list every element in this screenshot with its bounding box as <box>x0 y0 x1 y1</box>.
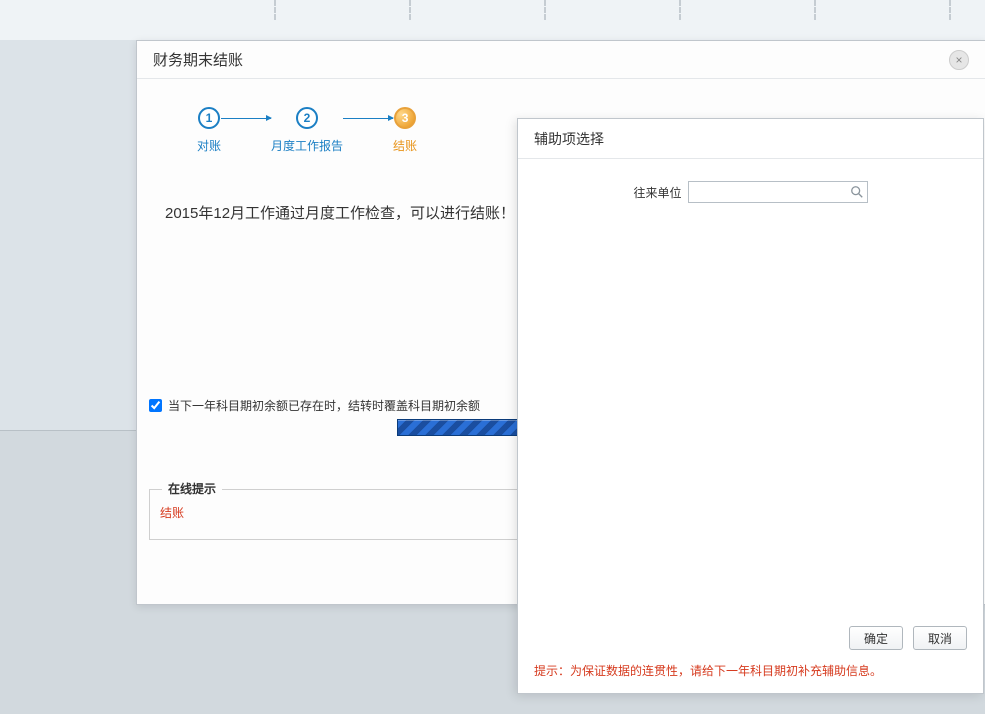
overwrite-balance-checkbox[interactable] <box>149 399 162 412</box>
dialog-title: 财务期末结账 <box>153 49 243 70</box>
search-label: 往来单位 <box>633 184 681 201</box>
step-reconcile[interactable]: 1 对账 <box>197 107 221 154</box>
step-circle-3: 3 <box>394 107 416 129</box>
arrow-icon <box>343 118 393 119</box>
hint-legend: 在线提示 <box>162 480 222 497</box>
step-label-3: 结账 <box>393 137 417 154</box>
step-label-2: 月度工作报告 <box>271 137 343 154</box>
search-input-wrap <box>688 181 868 203</box>
close-icon[interactable]: × <box>949 50 969 70</box>
overwrite-balance-option[interactable]: 当下一年科目期初余额已存在时，结转时覆盖科目期初余额 <box>149 397 480 414</box>
aux-dialog-header: 辅助项选择 <box>518 119 983 159</box>
aux-dialog-title: 辅助项选择 <box>534 129 604 149</box>
tip-text: 为保证数据的连贯性，请给下一年科目期初补充辅助信息。 <box>570 664 882 678</box>
cancel-button[interactable]: 取消 <box>913 626 967 650</box>
step-close-books[interactable]: 3 结账 <box>393 107 417 154</box>
confirm-button[interactable]: 确定 <box>849 626 903 650</box>
search-row: 往来单位 <box>538 181 963 203</box>
background-top-strip <box>0 0 985 40</box>
step-circle-1: 1 <box>198 107 220 129</box>
step-monthly-report[interactable]: 2 月度工作报告 <box>271 107 343 154</box>
arrow-icon <box>221 118 271 119</box>
aux-button-row: 确定 取消 <box>534 626 967 650</box>
dialog-header: 财务期末结账 × <box>137 41 985 79</box>
tip-prefix: 提示： <box>534 664 570 678</box>
aux-tip: 提示：为保证数据的连贯性，请给下一年科目期初补充辅助信息。 <box>534 662 967 679</box>
search-input[interactable] <box>688 181 868 203</box>
step-label-1: 对账 <box>197 137 221 154</box>
auxiliary-selection-dialog: 辅助项选择 往来单位 确定 取消 提示：为保证数据的连贯性，请给下一年科目期初补… <box>517 118 984 694</box>
overwrite-balance-label: 当下一年科目期初余额已存在时，结转时覆盖科目期初余额 <box>168 397 480 414</box>
search-icon[interactable] <box>848 183 866 201</box>
aux-dialog-footer: 确定 取消 提示：为保证数据的连贯性，请给下一年科目期初补充辅助信息。 <box>518 616 983 693</box>
step-circle-2: 2 <box>296 107 318 129</box>
aux-dialog-body: 往来单位 <box>518 159 983 616</box>
